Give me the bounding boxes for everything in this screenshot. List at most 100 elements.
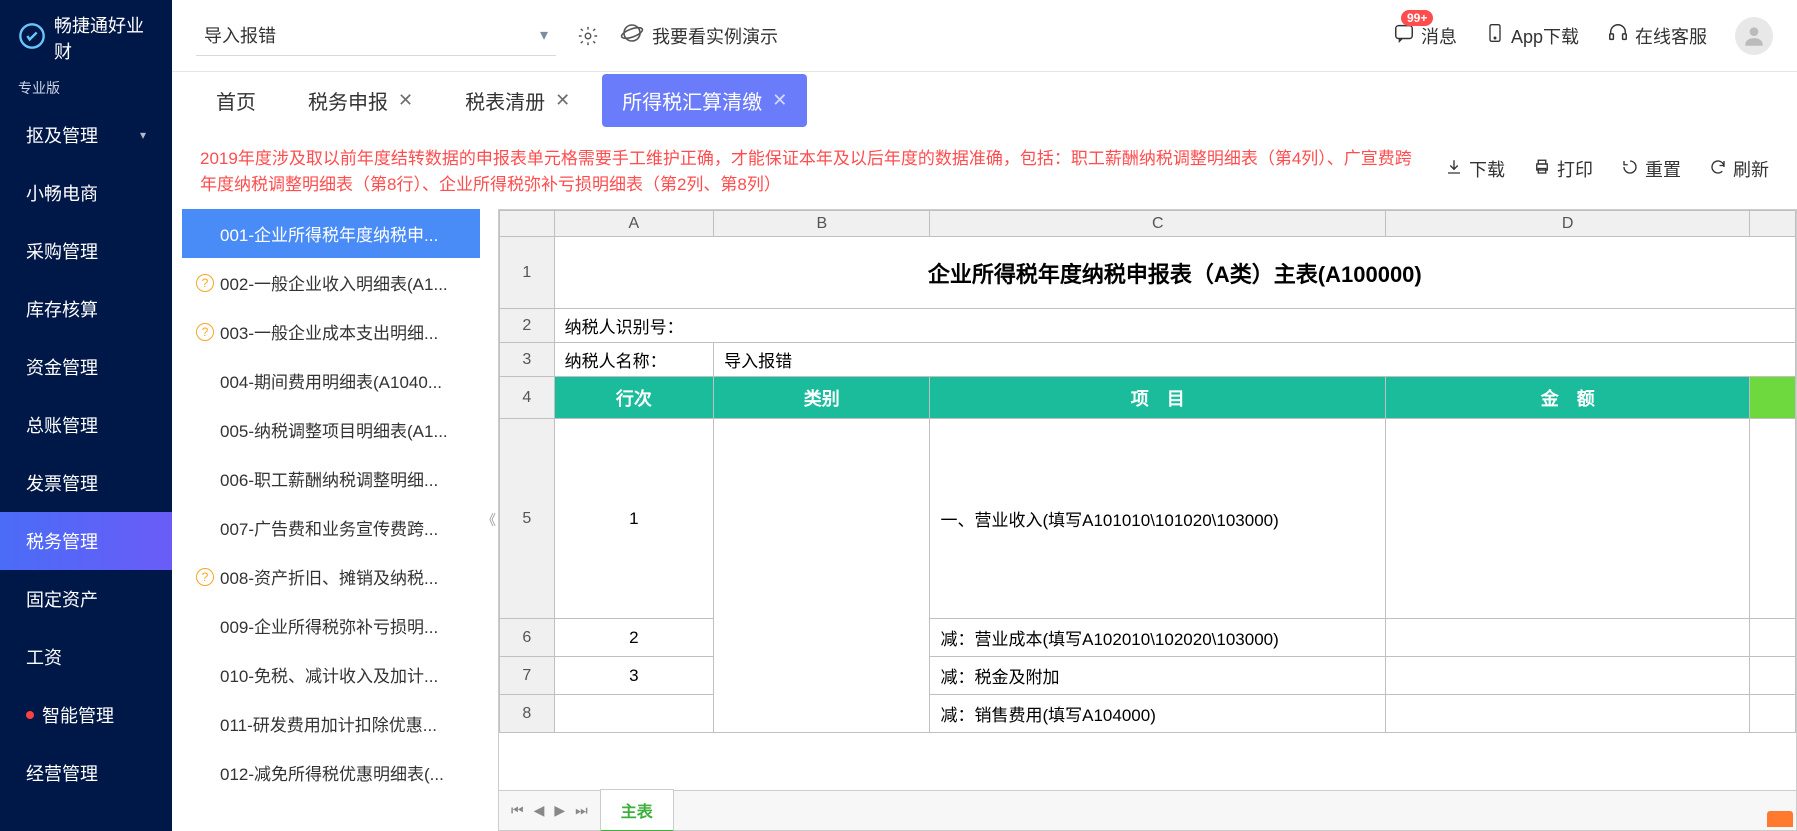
cell-amount[interactable] [1386, 695, 1750, 733]
cell-seq[interactable]: 3 [554, 657, 713, 695]
sidebar-item-2[interactable]: 采购管理 [0, 222, 172, 280]
sidebar-item-5[interactable]: 总账管理 [0, 396, 172, 454]
cell-item[interactable]: 减：营业成本(填写A102010\102020\103000) [930, 619, 1386, 657]
form-item-9[interactable]: 010-免税、减计收入及加计... [182, 650, 480, 699]
sidebar-item-6[interactable]: 发票管理 [0, 454, 172, 512]
col-header-a[interactable]: A [554, 211, 713, 237]
cell-item[interactable]: 减：税金及附加 [930, 657, 1386, 695]
demo-link[interactable]: 我要看实例演示 [620, 21, 778, 50]
form-item-label: 003-一般企业成本支出明细... [220, 319, 438, 344]
logo-icon [18, 22, 46, 55]
sheet-nav-last-icon[interactable]: ⏭ [575, 802, 588, 819]
row-header[interactable]: 3 [500, 343, 555, 377]
edition-label: 专业版 [0, 76, 172, 100]
support-button[interactable]: 在线客服 [1607, 22, 1707, 49]
row-header[interactable]: 5 [500, 419, 555, 619]
form-item-2[interactable]: ?003-一般企业成本支出明细... [182, 307, 480, 356]
collapse-handle[interactable]: 《 [480, 209, 498, 831]
sheet-grid[interactable]: A B C D 1 企业所得税年度纳税申报表（A类）主表(A100000) 2 … [499, 210, 1796, 790]
tab-0[interactable]: 首页 [196, 74, 276, 127]
form-item-7[interactable]: ?008-资产折旧、摊销及纳税... [182, 552, 480, 601]
form-item-10[interactable]: 011-研发费用加计扣除优惠... [182, 699, 480, 748]
sheet-nav-prev-icon[interactable]: ◀ [534, 802, 545, 819]
row-header[interactable]: 2 [500, 309, 555, 343]
taxpayer-name-value[interactable]: 导入报错 [714, 343, 1796, 377]
col-header-c[interactable]: C [930, 211, 1386, 237]
col-header-e[interactable] [1750, 211, 1796, 237]
close-icon[interactable]: ✕ [555, 90, 570, 111]
content: 001-企业所得税年度纳税申...?002-一般企业收入明细表(A1...?00… [172, 209, 1797, 831]
sidebar-item-11[interactable]: 经营管理 [0, 744, 172, 802]
avatar[interactable] [1735, 17, 1773, 55]
cell-extra[interactable] [1750, 657, 1796, 695]
col-header-b[interactable]: B [714, 211, 930, 237]
row-header[interactable]: 1 [500, 237, 555, 309]
sidebar-item-7[interactable]: 税务管理 [0, 512, 172, 570]
header-seq[interactable]: 行次 [554, 377, 713, 419]
app-download-button[interactable]: App下载 [1485, 22, 1579, 49]
cell-category[interactable] [714, 419, 930, 733]
cell-item[interactable]: 一、营业收入(填写A101010\101020\103000) [930, 419, 1386, 619]
cell-seq[interactable]: 2 [554, 619, 713, 657]
sheet-corner[interactable] [500, 211, 555, 237]
tab-1[interactable]: 税务申报✕ [288, 74, 433, 127]
sidebar-item-10[interactable]: 智能管理 [0, 686, 172, 744]
sidebar-item-1[interactable]: 小畅电商 [0, 164, 172, 222]
cell-seq[interactable] [554, 695, 713, 733]
sidebar-item-0[interactable]: 抠及管理▾ [0, 106, 172, 164]
sidebar-item-label: 税务管理 [26, 528, 98, 554]
form-item-6[interactable]: 007-广告费和业务宣传费跨... [182, 503, 480, 552]
cell-extra[interactable] [1750, 619, 1796, 657]
form-item-5[interactable]: 006-职工薪酬纳税调整明细... [182, 454, 480, 503]
form-item-1[interactable]: ?002-一般企业收入明细表(A1... [182, 258, 480, 307]
taxpayer-name-label[interactable]: 纳税人名称： [554, 343, 713, 377]
col-header-d[interactable]: D [1386, 211, 1750, 237]
form-item-3[interactable]: 004-期间费用明细表(A1040... [182, 356, 480, 405]
corner-mark-icon[interactable] [1767, 811, 1793, 827]
cell-extra[interactable] [1750, 695, 1796, 733]
header-item[interactable]: 项 目 [930, 377, 1386, 419]
chevron-down-icon[interactable]: ▾ [540, 25, 548, 45]
row-header[interactable]: 6 [500, 619, 555, 657]
print-button[interactable]: 打印 [1533, 156, 1593, 182]
form-item-8[interactable]: 009-企业所得税弥补亏损明... [182, 601, 480, 650]
row-header[interactable]: 4 [500, 377, 555, 419]
sidebar-item-4[interactable]: 资金管理 [0, 338, 172, 396]
sidebar-item-9[interactable]: 工资 [0, 628, 172, 686]
message-button[interactable]: 99+ 消息 [1393, 22, 1457, 49]
sidebar-item-label: 采购管理 [26, 238, 98, 264]
sidebar-item-8[interactable]: 固定资产 [0, 570, 172, 628]
header-extra[interactable] [1750, 377, 1796, 419]
refresh-button[interactable]: 刷新 [1709, 156, 1769, 182]
cell-seq[interactable]: 1 [554, 419, 713, 619]
sheet-tab-main[interactable]: 主表 [600, 789, 674, 831]
sheet-nav-next-icon[interactable]: ▶ [554, 802, 565, 819]
row-header[interactable]: 8 [500, 695, 555, 733]
cell-item[interactable]: 减：销售费用(填写A104000) [930, 695, 1386, 733]
tab-2[interactable]: 税表清册✕ [445, 74, 590, 127]
close-icon[interactable]: ✕ [398, 90, 413, 111]
taxpayer-id-row[interactable]: 纳税人识别号： [554, 309, 1795, 343]
form-item-label: 001-企业所得税年度纳税申... [220, 221, 438, 246]
cell-extra[interactable] [1750, 419, 1796, 619]
form-item-11[interactable]: 012-减免所得税优惠明细表(... [182, 748, 480, 797]
row-header[interactable]: 7 [500, 657, 555, 695]
header-category[interactable]: 类别 [714, 377, 930, 419]
form-item-0[interactable]: 001-企业所得税年度纳税申... [182, 209, 480, 258]
close-icon[interactable]: ✕ [772, 90, 787, 111]
sidebar-item-label: 抠及管理 [26, 122, 98, 148]
sheet-title[interactable]: 企业所得税年度纳税申报表（A类）主表(A100000) [554, 237, 1795, 309]
download-button[interactable]: 下载 [1445, 156, 1505, 182]
sidebar-item-3[interactable]: 库存核算 [0, 280, 172, 338]
cell-amount[interactable] [1386, 657, 1750, 695]
sheet-nav-first-icon[interactable]: ⏮ [511, 802, 524, 819]
chat-icon [1393, 22, 1415, 49]
reset-button[interactable]: 重置 [1621, 156, 1681, 182]
gear-icon[interactable] [574, 22, 602, 50]
form-item-4[interactable]: 005-纳税调整项目明细表(A1... [182, 405, 480, 454]
cell-amount[interactable] [1386, 619, 1750, 657]
search-input[interactable]: 导入报错 ▾ [196, 16, 556, 56]
header-amount[interactable]: 金 额 [1386, 377, 1750, 419]
cell-amount[interactable] [1386, 419, 1750, 619]
tab-3[interactable]: 所得税汇算清缴✕ [602, 74, 807, 127]
